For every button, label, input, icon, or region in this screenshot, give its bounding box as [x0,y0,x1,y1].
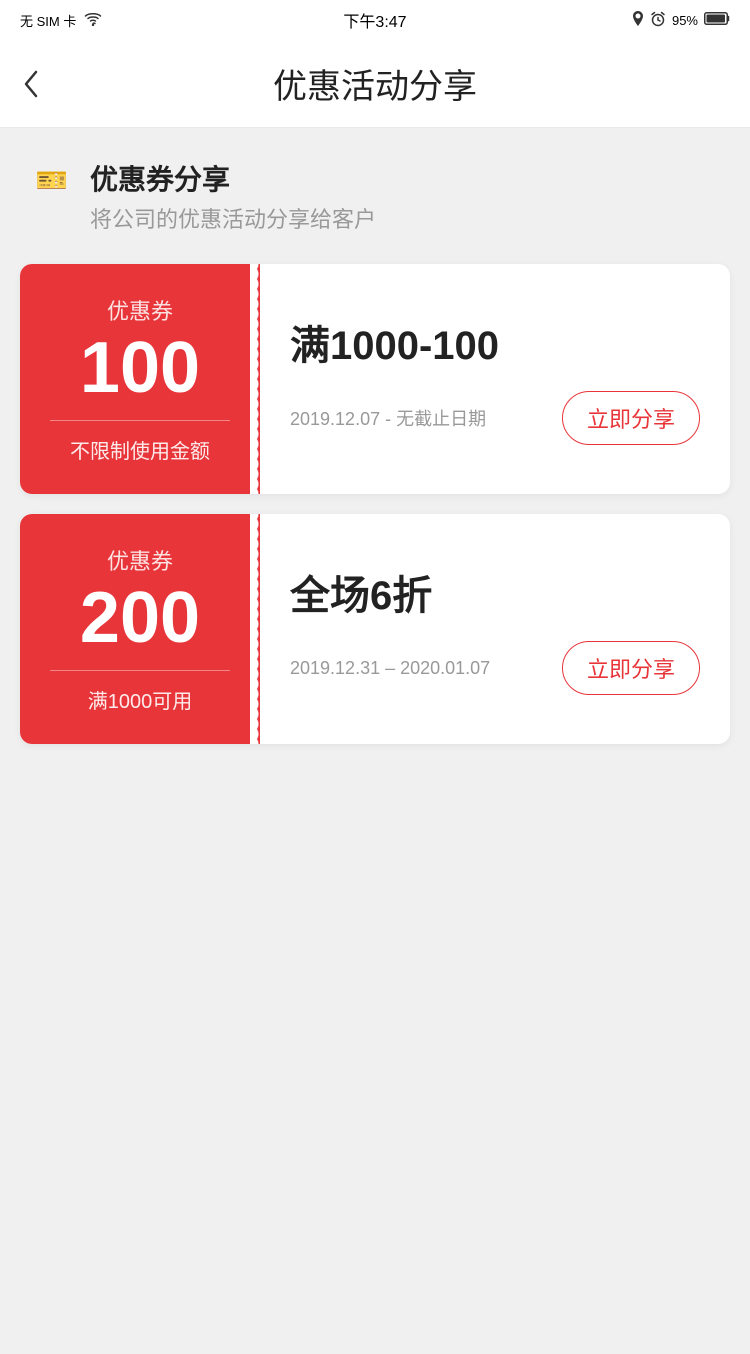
coupon-left-0: 优惠券 100 不限制使用金额 [20,264,260,494]
coupon-condition-0: 不限制使用金额 [70,435,210,464]
coupon-name-0: 满1000-100 [290,313,700,371]
coupon-bottom-0: 2019.12.07 - 无截止日期 立即分享 [290,391,700,445]
coupon-right-1: 全场6折 2019.12.31 – 2020.01.07 立即分享 [260,514,730,744]
empty-space [0,754,750,1354]
battery-icon [704,12,730,28]
coupon-date-1: 2019.12.31 – 2020.01.07 [290,658,552,679]
share-button-0[interactable]: 立即分享 [562,391,700,445]
share-button-1[interactable]: 立即分享 [562,641,700,695]
coupon-right-0: 满1000-100 2019.12.07 - 无截止日期 立即分享 [260,264,730,494]
coupon-label-0: 优惠券 [107,294,173,326]
carrier-label: 无 SIM 卡 [20,11,76,30]
status-time: 下午3:47 [343,8,406,32]
wifi-icon [84,12,102,29]
coupon-divider-1 [50,670,230,671]
coupon-label-1: 优惠券 [107,544,173,576]
coupon-card-1: 优惠券 200 满1000可用 全场6折 2019.12.31 – 2020.0… [20,514,730,744]
back-button[interactable] [20,66,44,102]
status-right: 95% [632,11,730,30]
nav-bar: 优惠活动分享 [0,40,750,128]
status-left: 无 SIM 卡 [20,11,102,30]
coupon-left-1: 优惠券 200 满1000可用 [20,514,260,744]
status-bar: 无 SIM 卡 下午3:47 [0,0,750,40]
section-subtitle: 将公司的优惠活动分享给客户 [90,202,376,234]
section-title: 优惠券分享 [90,158,376,198]
coupon-amount-1: 200 [80,582,200,654]
section-icon: 🎫 [30,158,74,202]
section-header: 🎫 优惠券分享 将公司的优惠活动分享给客户 [0,128,750,254]
coupon-bottom-1: 2019.12.31 – 2020.01.07 立即分享 [290,641,700,695]
coupon-card: 优惠券 100 不限制使用金额 满1000-100 2019.12.07 - 无… [20,264,730,494]
page-title: 优惠活动分享 [273,59,477,108]
battery-percent: 95% [672,13,698,28]
coupon-amount-0: 100 [80,332,200,404]
coupon-list: 优惠券 100 不限制使用金额 满1000-100 2019.12.07 - 无… [0,254,750,754]
coupon-name-1: 全场6折 [290,563,700,621]
coupon-condition-1: 满1000可用 [88,685,193,714]
coupon-date-0: 2019.12.07 - 无截止日期 [290,405,552,431]
alarm-icon [650,11,666,30]
location-icon [632,11,644,30]
section-text: 优惠券分享 将公司的优惠活动分享给客户 [90,158,376,234]
coupon-divider-0 [50,420,230,421]
